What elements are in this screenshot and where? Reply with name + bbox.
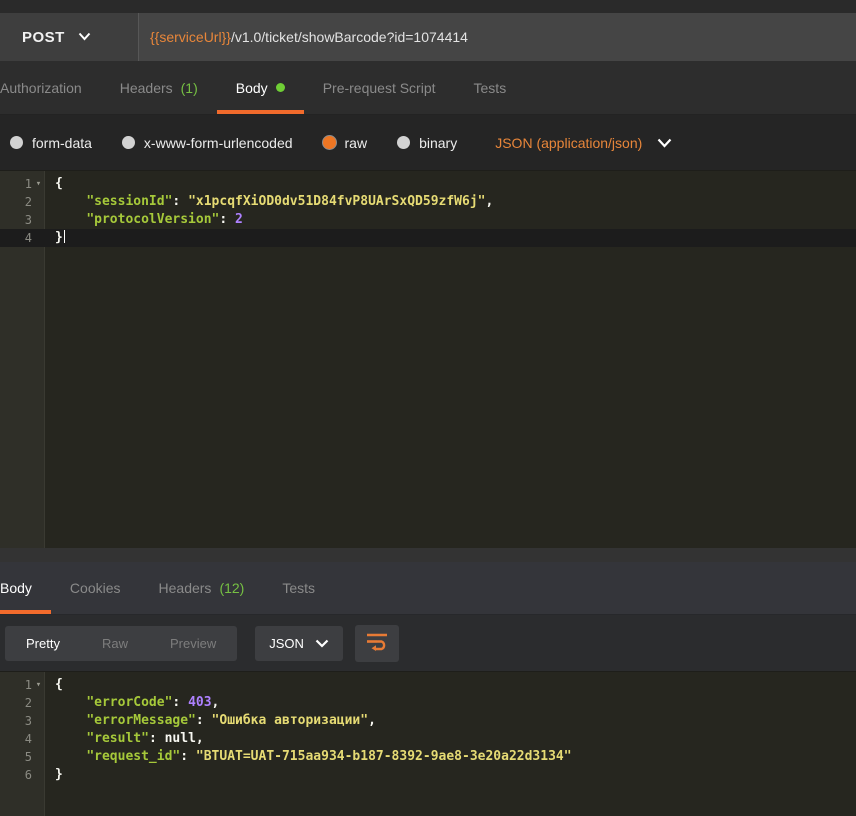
response-format-dropdown[interactable]: JSON bbox=[255, 625, 343, 661]
code-text[interactable]: "sessionId": "x1pcqfXiOD0dv51D84fvP8UArS… bbox=[45, 193, 493, 211]
tab-pre-request-label: Pre-request Script bbox=[322, 79, 436, 96]
fold-caret-icon[interactable]: ▾ bbox=[32, 676, 45, 694]
request-url-input[interactable]: {{serviceUrl}}/v1.0/ticket/showBarcode?i… bbox=[139, 13, 856, 61]
body-has-content-dot bbox=[275, 83, 285, 92]
radio-circle-icon[interactable] bbox=[10, 136, 23, 149]
radio-binary[interactable]: binary bbox=[397, 135, 457, 151]
code-line[interactable]: 1 ▾{ bbox=[0, 676, 856, 694]
line-number: 2 bbox=[24, 696, 32, 710]
tab-response-headers-label: Headers bbox=[158, 580, 212, 596]
tab-tests-label: Tests bbox=[473, 79, 507, 96]
tab-response-tests[interactable]: Tests bbox=[263, 562, 334, 614]
radio-raw-label: raw bbox=[344, 134, 368, 151]
radio-form-data-label: form-data bbox=[32, 134, 92, 151]
line-number: 2 bbox=[24, 195, 32, 209]
code-line[interactable]: 1 ▾{ bbox=[0, 175, 856, 193]
request-tabs: Authorization Headers (1) Body Pre-reque… bbox=[0, 61, 856, 115]
http-method-select[interactable]: POST bbox=[0, 13, 139, 61]
code-text[interactable]: "errorMessage": "Ошибка авторизации", bbox=[45, 712, 376, 730]
code-line[interactable]: 3 "protocolVersion": 2 bbox=[0, 211, 856, 229]
content-type-label: JSON (application/json) bbox=[495, 134, 643, 151]
body-type-selector: form-data x-www-form-urlencoded raw bina… bbox=[0, 115, 856, 170]
code-text[interactable]: } bbox=[45, 766, 63, 784]
response-body-viewer[interactable]: 1 ▾{2 "errorCode": 403, 3 "errorMessage": … bbox=[0, 671, 856, 816]
headers-count-badge: (1) bbox=[180, 79, 198, 96]
active-tab-underline bbox=[216, 110, 304, 114]
tab-cookies-label: Cookies bbox=[69, 580, 121, 596]
postman-window: POST {{serviceUrl}}/v1.0/ticket/showBarc… bbox=[0, 0, 856, 816]
tab-response-body[interactable]: Body bbox=[0, 562, 51, 614]
line-number: 1 bbox=[24, 177, 32, 191]
code-line[interactable]: 6} bbox=[0, 766, 856, 784]
line-number: 5 bbox=[24, 750, 32, 764]
code-line[interactable]: 2 "sessionId": "x1pcqfXiOD0dv51D84fvP8UA… bbox=[0, 193, 856, 211]
response-code-lines[interactable]: 1 ▾{2 "errorCode": 403, 3 "errorMessage": … bbox=[0, 672, 856, 784]
wrap-lines-icon bbox=[365, 631, 389, 656]
window-top-strip bbox=[0, 0, 856, 13]
code-text[interactable]: "protocolVersion": 2 bbox=[45, 211, 243, 229]
line-number: 4 bbox=[24, 732, 32, 746]
fold-caret-icon[interactable]: ▾ bbox=[32, 175, 45, 193]
request-body-editor[interactable]: 1 ▾{2 "sessionId": "x1pcqfXiOD0dv51D84fvP… bbox=[0, 170, 856, 548]
line-number: 3 bbox=[24, 213, 32, 227]
tab-response-body-label: Body bbox=[0, 580, 32, 596]
radio-circle-icon[interactable] bbox=[397, 136, 411, 149]
tab-pre-request-script[interactable]: Pre-request Script bbox=[304, 61, 455, 114]
active-tab-underline bbox=[0, 610, 51, 614]
radio-form-data[interactable]: form-data bbox=[10, 135, 92, 151]
radio-circle-icon[interactable] bbox=[121, 136, 135, 149]
code-text[interactable]: { bbox=[45, 676, 63, 694]
response-tabs: Body Cookies Headers (12) Tests bbox=[0, 562, 856, 615]
line-number: 3 bbox=[24, 714, 32, 728]
radio-selected-icon[interactable] bbox=[322, 136, 336, 149]
view-mode-pretty-button[interactable]: Pretty bbox=[5, 626, 81, 661]
line-number: 4 bbox=[24, 231, 32, 245]
wrap-lines-button[interactable] bbox=[354, 624, 399, 662]
request-url-bar: POST {{serviceUrl}}/v1.0/ticket/showBarc… bbox=[0, 13, 856, 61]
chevron-down-icon bbox=[657, 135, 672, 151]
line-number: 6 bbox=[24, 768, 32, 782]
code-line[interactable]: 5 "request_id": "BTUAT=UAT-715aa934-b187… bbox=[0, 748, 856, 766]
view-mode-preview-button[interactable]: Preview bbox=[149, 626, 237, 661]
request-code-lines[interactable]: 1 ▾{2 "sessionId": "x1pcqfXiOD0dv51D84fvP… bbox=[0, 171, 856, 247]
response-view-mode-group: Pretty Raw Preview bbox=[5, 625, 238, 661]
text-cursor bbox=[63, 230, 66, 243]
chevron-down-icon bbox=[78, 28, 91, 46]
url-environment-variable: {{serviceUrl}} bbox=[150, 29, 231, 45]
code-line[interactable]: 4 "result": null, bbox=[0, 730, 856, 748]
radio-binary-label: binary bbox=[419, 134, 458, 151]
tab-response-tests-label: Tests bbox=[282, 580, 316, 596]
code-line[interactable]: 2 "errorCode": 403, bbox=[0, 694, 856, 712]
response-view-toolbar: Pretty Raw Preview JSON bbox=[0, 615, 856, 671]
radio-urlencoded-label: x-www-form-urlencoded bbox=[143, 134, 293, 151]
tab-body[interactable]: Body bbox=[216, 61, 304, 114]
code-text[interactable]: } bbox=[45, 229, 66, 247]
tab-body-label: Body bbox=[235, 79, 268, 96]
line-number: 1 bbox=[24, 678, 32, 692]
content-type-dropdown[interactable]: JSON (application/json) bbox=[495, 135, 672, 151]
tab-authorization[interactable]: Authorization bbox=[0, 61, 101, 114]
tab-response-headers[interactable]: Headers (12) bbox=[140, 562, 264, 614]
code-text[interactable]: "request_id": "BTUAT=UAT-715aa934-b187-8… bbox=[45, 748, 571, 766]
http-method-label: POST bbox=[22, 28, 65, 46]
tab-tests[interactable]: Tests bbox=[455, 61, 526, 114]
response-pane-divider[interactable] bbox=[0, 548, 856, 562]
response-headers-count-badge: (12) bbox=[219, 580, 245, 596]
code-line[interactable]: 3 "errorMessage": "Ошибка авторизации", bbox=[0, 712, 856, 730]
view-mode-raw-button[interactable]: Raw bbox=[81, 626, 149, 661]
url-path: /v1.0/ticket/showBarcode?id=1074414 bbox=[230, 29, 468, 45]
tab-headers[interactable]: Headers (1) bbox=[101, 61, 217, 114]
response-format-label: JSON bbox=[269, 635, 304, 651]
code-text[interactable]: "errorCode": 403, bbox=[45, 694, 219, 712]
code-line[interactable]: 4} bbox=[0, 229, 856, 247]
tab-authorization-label: Authorization bbox=[0, 79, 82, 96]
radio-raw[interactable]: raw bbox=[322, 134, 368, 151]
chevron-down-icon bbox=[315, 636, 329, 651]
code-text[interactable]: "result": null, bbox=[45, 730, 203, 748]
tab-response-cookies[interactable]: Cookies bbox=[51, 562, 140, 614]
code-text[interactable]: { bbox=[45, 175, 63, 193]
radio-urlencoded[interactable]: x-www-form-urlencoded bbox=[121, 134, 293, 151]
tab-headers-label: Headers bbox=[119, 79, 173, 96]
